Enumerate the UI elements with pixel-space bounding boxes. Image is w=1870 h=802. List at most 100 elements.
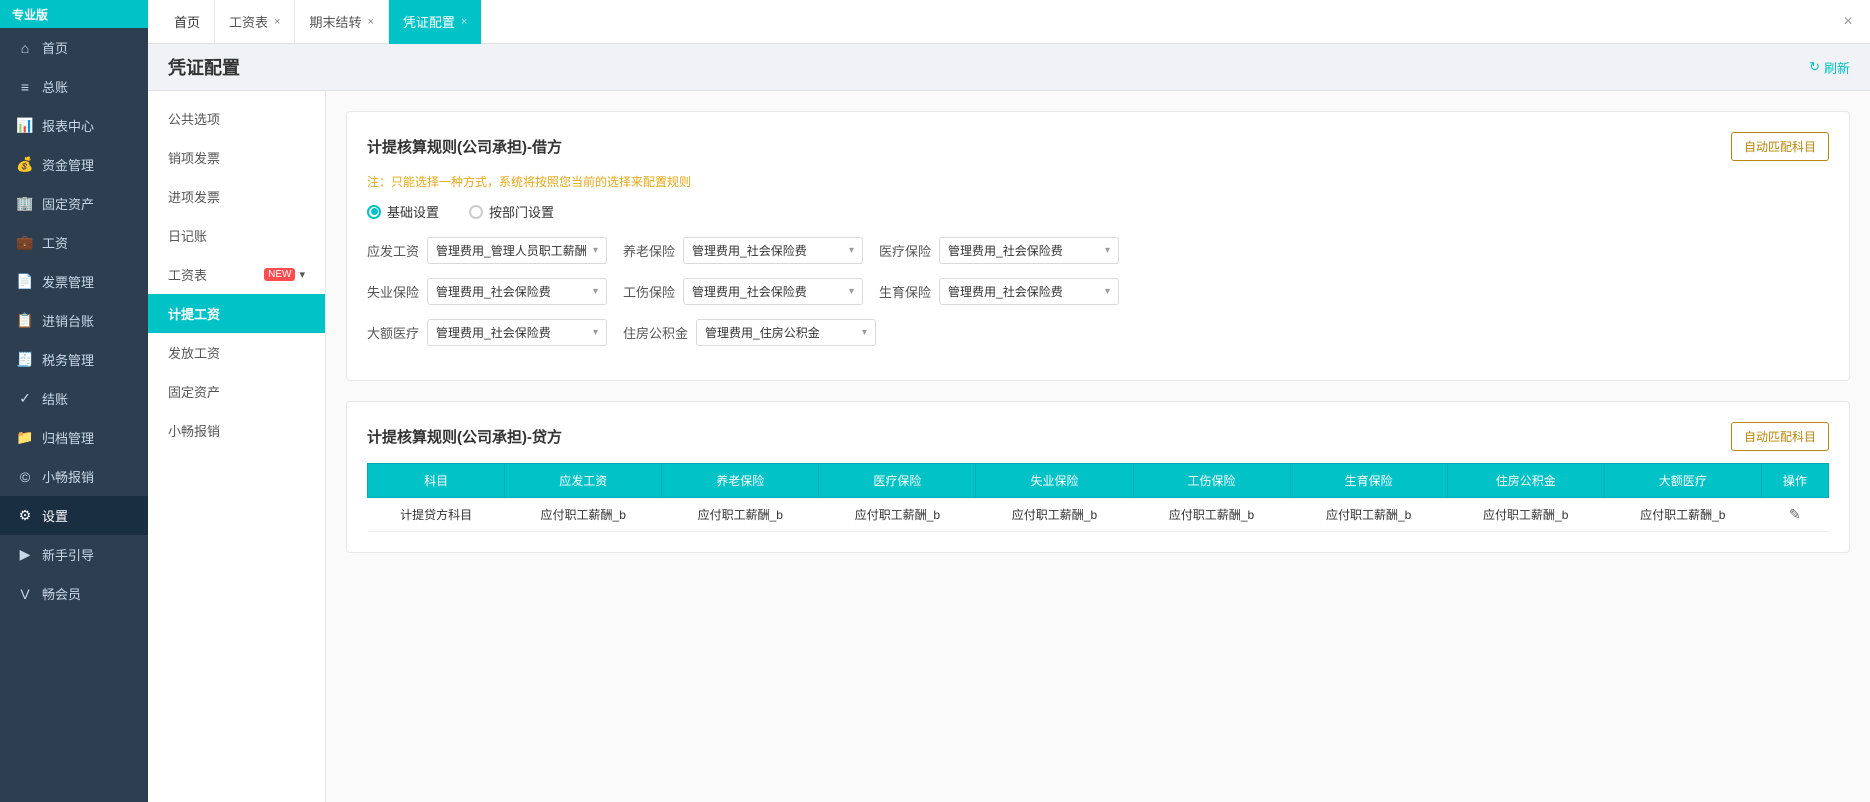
tab-home[interactable]: 首页 <box>160 0 215 44</box>
td-ylbx2: 应付职工薪酬_b <box>819 498 976 532</box>
field-yfgz: 应发工资 管理费用_管理人员职工薪酬 ▾ <box>367 237 607 264</box>
sidebar-item-member[interactable]: V 畅会员 <box>0 574 148 613</box>
debit-form-row-1: 应发工资 管理费用_管理人员职工薪酬 ▾ 养老保险 管理费用_社会保险费 ▾ <box>367 237 1829 264</box>
page-title: 凭证配置 <box>168 54 240 80</box>
sidebar-item-xiaochang[interactable]: © 小畅报销 <box>0 457 148 496</box>
td-gsbx: 应付职工薪酬_b <box>1133 498 1290 532</box>
sub-nav-pay-salary[interactable]: 发放工资 <box>148 333 325 372</box>
select-ylbx2[interactable]: 管理费用_社会保险费 ▾ <box>939 237 1119 264</box>
select-gsbx-value: 管理费用_社会保险费 <box>692 283 843 300</box>
sidebar-item-fixed-assets[interactable]: 🏢 固定资产 <box>0 184 148 223</box>
tab-voucher-config-close[interactable]: × <box>461 16 467 28</box>
sub-nav-calc-salary-label: 计提工资 <box>168 304 220 323</box>
tab-period-close-label: 期末结转 <box>309 12 361 31</box>
debit-auto-match-button[interactable]: 自动匹配科目 <box>1731 132 1829 161</box>
sub-nav-pay-salary-label: 发放工资 <box>168 343 220 362</box>
field-gsbx: 工伤保险 管理费用_社会保险费 ▾ <box>623 278 863 305</box>
sidebar-item-home[interactable]: ⌂ 首页 <box>0 28 148 67</box>
select-zfgjj[interactable]: 管理费用_住房公积金 ▾ <box>696 319 876 346</box>
select-ylbx-value: 管理费用_社会保险费 <box>692 242 843 259</box>
sidebar-item-label: 畅会员 <box>42 584 81 603</box>
sidebar-item-label: 进销台账 <box>42 311 94 330</box>
sidebar-item-close[interactable]: ✓ 结账 <box>0 379 148 418</box>
label-dayl: 大额医疗 <box>367 323 419 342</box>
th-ylbx: 养老保险 <box>662 464 819 498</box>
edit-icon[interactable]: ✎ <box>1789 506 1801 522</box>
sidebar-item-guide[interactable]: ▶ 新手引导 <box>0 535 148 574</box>
select-sybx2-arrow: ▾ <box>1105 286 1110 297</box>
sidebar-item-reports[interactable]: 📊 报表中心 <box>0 106 148 145</box>
radio-basic[interactable]: 基础设置 <box>367 202 439 221</box>
main-content: 计提核算规则(公司承担)-借方 自动匹配科目 注：只能选择一种方式，系统将按照您… <box>326 91 1870 802</box>
capital-icon: 💰 <box>16 156 34 173</box>
ledger-icon: ≡ <box>16 79 34 95</box>
sub-nav-fixed-assets-label: 固定资产 <box>168 382 220 401</box>
label-yfgz: 应发工资 <box>367 241 419 260</box>
sidebar-item-label: 资金管理 <box>42 155 94 174</box>
tabs-bar: 首页 工资表 × 期末结转 × 凭证配置 × × <box>148 0 1870 44</box>
td-zfgjj: 应付职工薪酬_b <box>1447 498 1604 532</box>
field-sybx2: 生育保险 管理费用_社会保险费 ▾ <box>879 278 1119 305</box>
window-close-button[interactable]: × <box>1826 0 1870 44</box>
sub-nav-sales-invoice[interactable]: 销项发票 <box>148 138 325 177</box>
debit-note: 注：只能选择一种方式，系统将按照您当前的选择来配置规则 <box>367 173 1829 190</box>
sub-nav-xiaochang-expense[interactable]: 小畅报销 <box>148 411 325 450</box>
sidebar-item-label: 设置 <box>42 506 68 525</box>
sub-nav-fixed-assets[interactable]: 固定资产 <box>148 372 325 411</box>
tax-icon: 🧾 <box>16 351 34 368</box>
sub-nav-xiaochang-expense-label: 小畅报销 <box>168 421 220 440</box>
select-yfgz[interactable]: 管理费用_管理人员职工薪酬 ▾ <box>427 237 607 264</box>
sub-nav: 公共选项 销项发票 进项发票 日记账 工资表 NEW ▾ 计提工资 <box>148 91 326 802</box>
label-zfgjj: 住房公积金 <box>623 323 688 342</box>
tab-payroll[interactable]: 工资表 × <box>215 0 295 44</box>
sidebar-item-ledger[interactable]: ≡ 总账 <box>0 67 148 106</box>
sidebar-item-archive[interactable]: 📁 归档管理 <box>0 418 148 457</box>
debit-section-title: 计提核算规则(公司承担)-借方 <box>367 136 562 157</box>
credit-section-header: 计提核算规则(公司承担)-贷方 自动匹配科目 <box>367 422 1829 451</box>
td-action[interactable]: ✎ <box>1761 498 1828 532</box>
th-sybx2: 生育保险 <box>1290 464 1447 498</box>
sub-nav-purchase-invoice[interactable]: 进项发票 <box>148 177 325 216</box>
th-action: 操作 <box>1761 464 1828 498</box>
sub-nav-calc-salary[interactable]: 计提工资 <box>148 294 325 333</box>
sub-nav-public[interactable]: 公共选项 <box>148 99 325 138</box>
tab-period-close[interactable]: 期末结转 × <box>295 0 388 44</box>
sidebar-item-settings[interactable]: ⚙ 设置 <box>0 496 148 535</box>
sub-nav-payroll-table-label: 工资表 <box>168 265 207 284</box>
sidebar-item-invoice[interactable]: 📄 发票管理 <box>0 262 148 301</box>
sidebar-item-tax[interactable]: 🧾 税务管理 <box>0 340 148 379</box>
select-ylbx[interactable]: 管理费用_社会保险费 ▾ <box>683 237 863 264</box>
th-zfgjj: 住房公积金 <box>1447 464 1604 498</box>
sub-nav-sales-invoice-label: 销项发票 <box>168 148 220 167</box>
refresh-label: 刷新 <box>1824 58 1850 77</box>
sidebar-item-label: 发票管理 <box>42 272 94 291</box>
select-dayl-value: 管理费用_社会保险费 <box>436 324 587 341</box>
tab-home-label: 首页 <box>174 12 200 31</box>
sidebar-item-label: 结账 <box>42 389 68 408</box>
sub-nav-journal[interactable]: 日记账 <box>148 216 325 255</box>
select-yfgz-arrow: ▾ <box>593 245 598 256</box>
field-ylbx2: 医疗保险 管理费用_社会保险费 ▾ <box>879 237 1119 264</box>
sidebar-item-capital[interactable]: 💰 资金管理 <box>0 145 148 184</box>
member-icon: V <box>16 586 34 602</box>
sub-nav-purchase-invoice-label: 进项发票 <box>168 187 220 206</box>
radio-by-dept[interactable]: 按部门设置 <box>469 202 554 221</box>
radio-group: 基础设置 按部门设置 <box>367 202 1829 221</box>
tab-voucher-config[interactable]: 凭证配置 × <box>389 0 482 44</box>
select-sybx2-value: 管理费用_社会保险费 <box>948 283 1099 300</box>
credit-section-title: 计提核算规则(公司承担)-贷方 <box>367 426 562 447</box>
refresh-button[interactable]: ↻ 刷新 <box>1809 58 1850 77</box>
sidebar-item-salary[interactable]: 💼 工资 <box>0 223 148 262</box>
select-gsbx-arrow: ▾ <box>849 286 854 297</box>
sidebar-item-purchase-sales[interactable]: 📋 进销台账 <box>0 301 148 340</box>
select-gsbx[interactable]: 管理费用_社会保险费 ▾ <box>683 278 863 305</box>
tab-payroll-close[interactable]: × <box>274 16 280 28</box>
select-dayl[interactable]: 管理费用_社会保险费 ▾ <box>427 319 607 346</box>
select-sybx2[interactable]: 管理费用_社会保险费 ▾ <box>939 278 1119 305</box>
th-gsbx: 工伤保险 <box>1133 464 1290 498</box>
tab-period-close-close[interactable]: × <box>367 16 373 28</box>
label-ylbx2: 医疗保险 <box>879 241 931 260</box>
sub-nav-payroll-table[interactable]: 工资表 NEW ▾ <box>148 255 325 294</box>
select-sybx[interactable]: 管理费用_社会保险费 ▾ <box>427 278 607 305</box>
credit-auto-match-button[interactable]: 自动匹配科目 <box>1731 422 1829 451</box>
